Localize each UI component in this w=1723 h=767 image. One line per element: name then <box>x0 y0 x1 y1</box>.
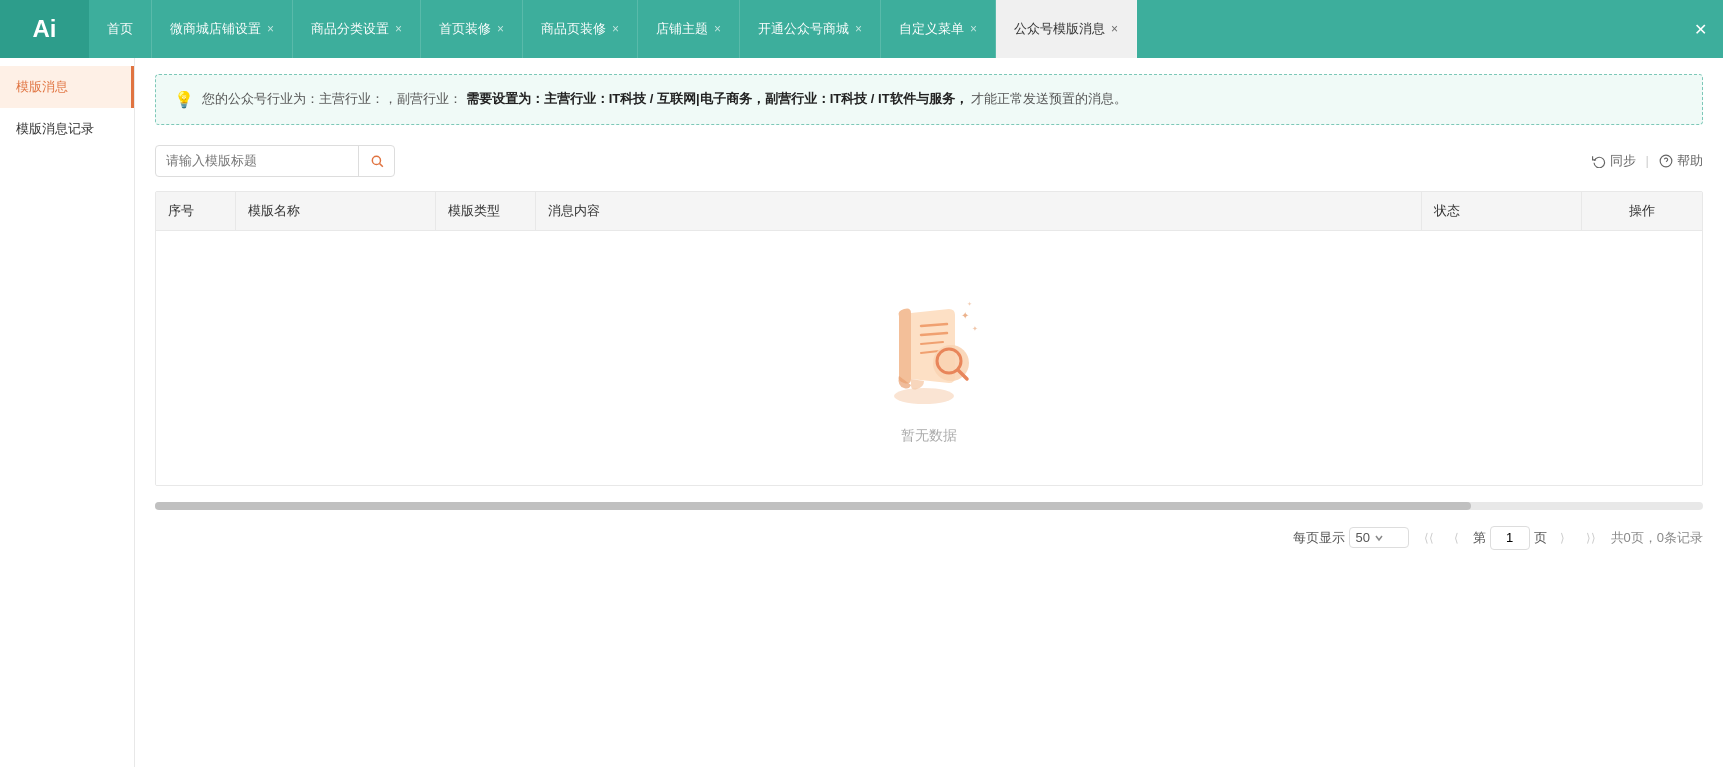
help-button[interactable]: 帮助 <box>1659 152 1703 170</box>
page-size-dropdown[interactable]: 50 <box>1349 527 1409 548</box>
info-banner: 💡 您的公众号行业为：主营行业：，副营行业： 需要设置为：主营行业：IT科技 /… <box>155 74 1703 125</box>
nav-tabs: 首页微商城店铺设置×商品分类设置×首页装修×商品页装修×店铺主题×开通公众号商城… <box>89 0 1678 58</box>
main-content: 💡 您的公众号行业为：主营行业：，副营行业： 需要设置为：主营行业：IT科技 /… <box>135 58 1723 767</box>
col-header-seq: 序号 <box>156 192 236 230</box>
search-button[interactable] <box>358 145 394 177</box>
nav-tab-shop-theme[interactable]: 店铺主题× <box>638 0 740 58</box>
svg-text:✦: ✦ <box>972 325 978 332</box>
next-page-button[interactable]: ⟩ <box>1551 526 1575 550</box>
sidebar-item-template-msg-log[interactable]: 模版消息记录 <box>0 108 134 150</box>
nav-tab-home[interactable]: 首页 <box>89 0 152 58</box>
svg-text:✦: ✦ <box>961 310 969 321</box>
info-banner-text: 您的公众号行业为：主营行业：，副营行业： 需要设置为：主营行业：IT科技 / 互… <box>202 89 1127 110</box>
svg-line-1 <box>379 163 382 166</box>
toolbar-right: 同步 | 帮助 <box>1592 152 1703 170</box>
top-nav: Ai 首页微商城店铺设置×商品分类设置×首页装修×商品页装修×店铺主题×开通公众… <box>0 0 1723 58</box>
toolbar-divider: | <box>1646 153 1649 168</box>
close-tab-shop-theme-button[interactable]: × <box>714 22 721 36</box>
nav-tab-micro-shop[interactable]: 微商城店铺设置× <box>152 0 293 58</box>
svg-text:✦: ✦ <box>967 301 972 307</box>
col-header-name: 模版名称 <box>236 192 436 230</box>
search-input-wrap[interactable] <box>155 145 395 177</box>
col-header-type: 模版类型 <box>436 192 536 230</box>
close-tab-custom-menu-button[interactable]: × <box>970 22 977 36</box>
page-suffix-label: 页 <box>1534 529 1547 547</box>
table-header: 序号 模版名称 模版类型 消息内容 状态 操作 <box>156 192 1702 231</box>
search-row: 同步 | 帮助 <box>155 145 1703 177</box>
empty-state: ✦ ✦ ✦ 暂无数据 <box>156 231 1702 485</box>
sidebar: 模版消息模版消息记录 <box>0 58 135 767</box>
page-size-label: 每页显示 <box>1293 529 1345 547</box>
sidebar-item-template-msg[interactable]: 模版消息 <box>0 66 134 108</box>
close-tab-product-category-button[interactable]: × <box>395 22 402 36</box>
sync-button[interactable]: 同步 <box>1592 152 1636 170</box>
search-input[interactable] <box>156 153 358 168</box>
table-scrollbar[interactable] <box>155 502 1703 510</box>
nav-tab-custom-menu[interactable]: 自定义菜单× <box>881 0 996 58</box>
scrollbar-thumb <box>155 502 1471 510</box>
nav-tab-open-mall[interactable]: 开通公众号商城× <box>740 0 881 58</box>
total-records-text: 共0页，0条记录 <box>1611 529 1703 547</box>
svg-point-4 <box>894 388 954 404</box>
main-layout: 模版消息模版消息记录 💡 您的公众号行业为：主营行业：，副营行业： 需要设置为：… <box>0 58 1723 767</box>
col-header-content: 消息内容 <box>536 192 1422 230</box>
empty-illustration: ✦ ✦ ✦ <box>869 291 989 411</box>
pagination: 每页显示 50 ⟨⟨ ⟨ 第 页 ⟩ ⟩⟩ 共0页，0条记录 <box>155 526 1703 550</box>
page-size-selector: 每页显示 50 <box>1293 527 1409 548</box>
app-logo: Ai <box>0 0 89 58</box>
lightbulb-icon: 💡 <box>174 90 194 109</box>
close-tab-open-mall-button[interactable]: × <box>855 22 862 36</box>
svg-point-0 <box>372 156 380 164</box>
data-table: 序号 模版名称 模版类型 消息内容 状态 操作 <box>155 191 1703 486</box>
close-tab-micro-shop-button[interactable]: × <box>267 22 274 36</box>
nav-tab-home-decor[interactable]: 首页装修× <box>421 0 523 58</box>
close-tab-template-msg-button[interactable]: × <box>1111 22 1118 36</box>
first-page-button[interactable]: ⟨⟨ <box>1417 526 1441 550</box>
page-number-input[interactable] <box>1490 526 1530 550</box>
empty-text: 暂无数据 <box>901 427 957 445</box>
nav-tab-product-category[interactable]: 商品分类设置× <box>293 0 421 58</box>
close-tab-home-decor-button[interactable]: × <box>497 22 504 36</box>
close-tab-product-page-button[interactable]: × <box>612 22 619 36</box>
nav-tab-template-msg[interactable]: 公众号模版消息× <box>996 0 1137 58</box>
page-navigation: ⟨⟨ ⟨ 第 页 ⟩ ⟩⟩ <box>1417 526 1603 550</box>
page-prefix-label: 第 <box>1473 529 1486 547</box>
last-page-button[interactable]: ⟩⟩ <box>1579 526 1603 550</box>
col-header-action: 操作 <box>1582 192 1702 230</box>
prev-page-button[interactable]: ⟨ <box>1445 526 1469 550</box>
nav-tab-product-page[interactable]: 商品页装修× <box>523 0 638 58</box>
close-all-tabs-button[interactable]: ✕ <box>1678 0 1723 58</box>
col-header-status: 状态 <box>1422 192 1582 230</box>
